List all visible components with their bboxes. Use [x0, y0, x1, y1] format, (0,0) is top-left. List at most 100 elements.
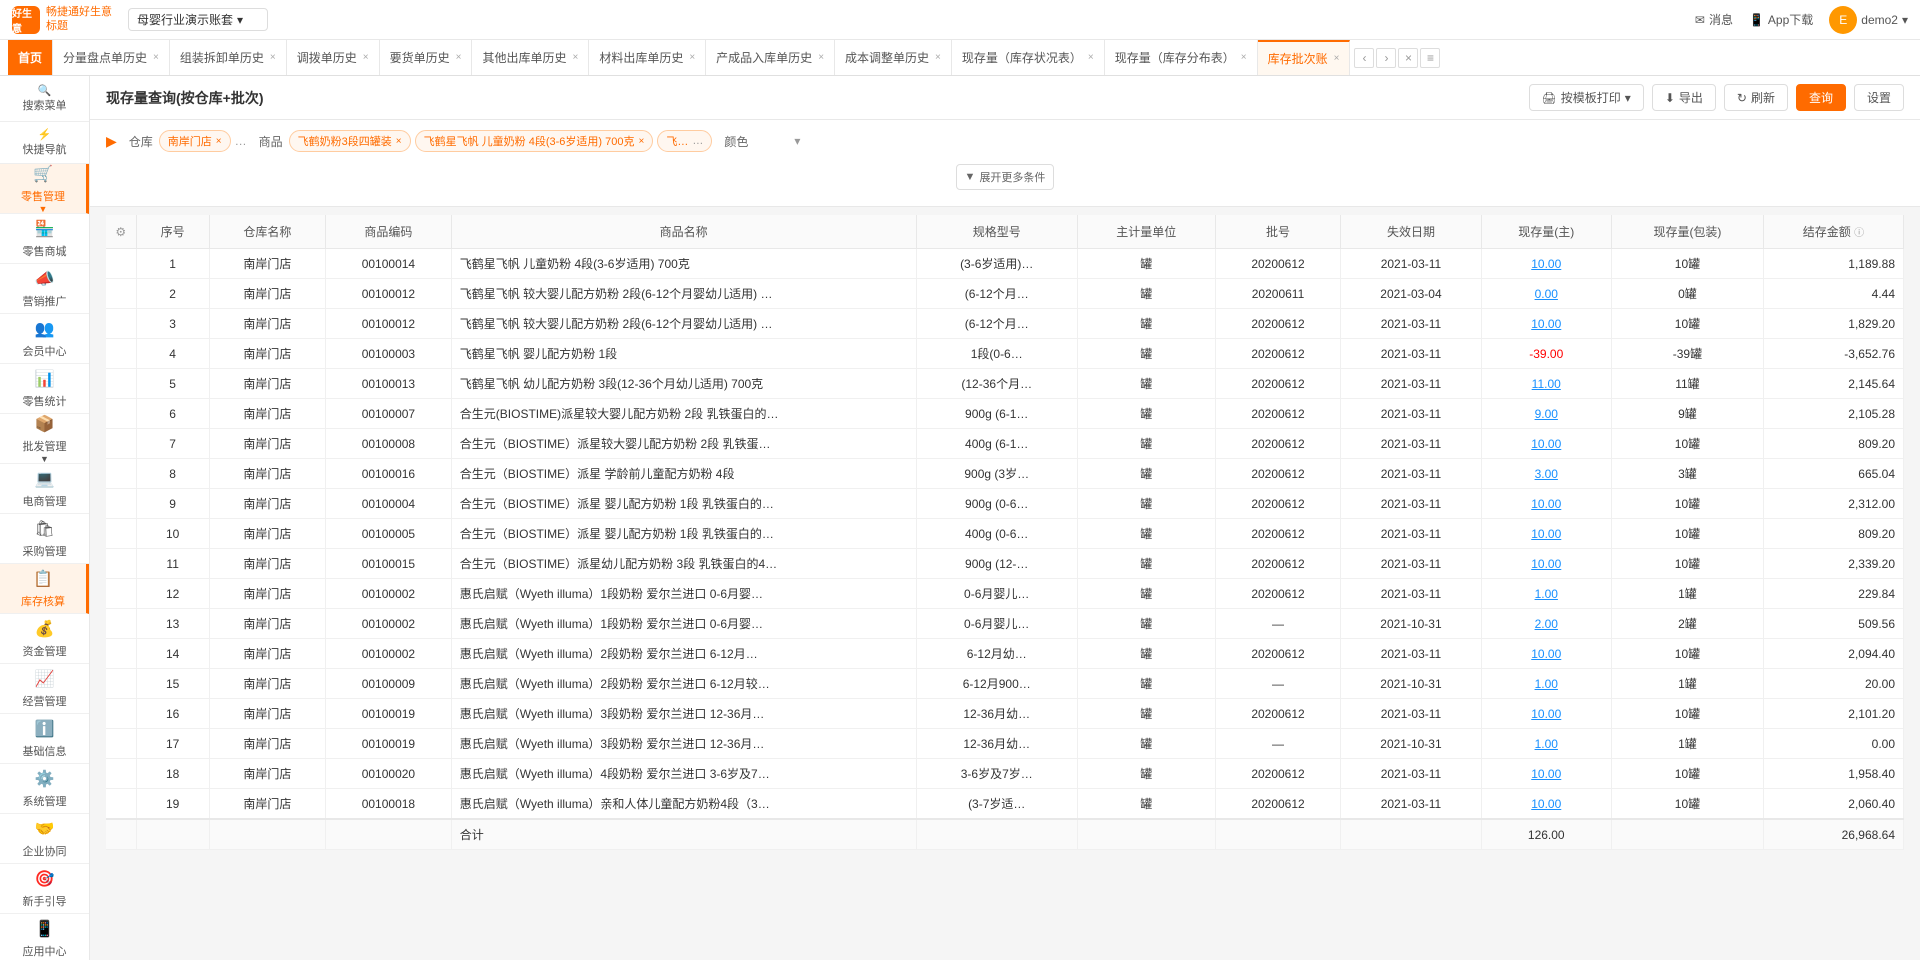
table-row: 15 南岸门店 00100009 惠氏启赋（Wyeth illuma）2段奶粉 … — [106, 669, 1904, 699]
cell-qty-main[interactable]: 1.00 — [1481, 669, 1611, 699]
table-row: 8 南岸门店 00100016 合生元（BIOSTIME）派星 学龄前儿童配方奶… — [106, 459, 1904, 489]
th-settings[interactable]: ⚙ — [106, 215, 136, 249]
member-icon: 👥 — [35, 319, 55, 339]
cell-qty-main[interactable]: 1.00 — [1481, 729, 1611, 759]
app-download-button[interactable]: 📱 App下载 — [1749, 11, 1813, 28]
cell-qty-main[interactable]: 10.00 — [1481, 249, 1611, 279]
export-button[interactable]: ⬇ 导出 — [1652, 84, 1716, 111]
cell-qty-main[interactable]: 2.00 — [1481, 609, 1611, 639]
sidebar-item-quick-nav[interactable]: ⚡ 快捷导航 — [0, 122, 89, 164]
sidebar-item-system[interactable]: ⚙️ 系统管理 — [0, 764, 89, 814]
tab-order-history[interactable]: 要货单历史 × — [380, 40, 473, 76]
sidebar-item-member[interactable]: 👥 会员中心 — [0, 314, 89, 364]
sidebar-item-finance[interactable]: 💰 资金管理 — [0, 614, 89, 664]
tab-distribution-history[interactable]: 分量盘点单历史 × — [53, 40, 170, 76]
cell-qty-main[interactable]: 10.00 — [1481, 549, 1611, 579]
tag-close-icon[interactable]: × — [639, 136, 645, 147]
cell-code: 00100002 — [326, 639, 452, 669]
cell-index: 12 — [136, 579, 209, 609]
query-button[interactable]: 查询 — [1796, 84, 1846, 111]
refresh-button[interactable]: ↻ 刷新 — [1724, 84, 1788, 111]
tab-inventory-dist[interactable]: 现存量（库存分布表）× — [1105, 40, 1258, 76]
th-index: 序号 — [136, 215, 209, 249]
sidebar-item-marketing[interactable]: 📣 营销推广 — [0, 264, 89, 314]
message-button[interactable]: ✉ 消息 — [1695, 11, 1733, 28]
cell-qty-main[interactable]: 10.00 — [1481, 309, 1611, 339]
sidebar-item-guide[interactable]: 🎯 新手引导 — [0, 864, 89, 914]
tab-close-icon[interactable]: × — [270, 52, 276, 63]
sidebar-item-purchase[interactable]: 🛍 采购管理 — [0, 514, 89, 564]
tab-close-icon[interactable]: × — [935, 52, 941, 63]
cell-qty-pkg: 1罐 — [1611, 669, 1763, 699]
cell-qty-main[interactable]: 1.00 — [1481, 579, 1611, 609]
user-menu[interactable]: E demo2 ▾ — [1829, 6, 1908, 34]
cell-qty-main[interactable]: 10.00 — [1481, 639, 1611, 669]
cell-qty-main[interactable]: 10.00 — [1481, 789, 1611, 820]
cell-qty-main[interactable]: 10.00 — [1481, 759, 1611, 789]
nav-prev-arrow[interactable]: ‹ — [1354, 48, 1374, 68]
sidebar-item-search[interactable]: 🔍 搜索菜单 — [0, 76, 89, 122]
nav-next-arrow[interactable]: › — [1376, 48, 1396, 68]
tag-close-icon[interactable]: × — [396, 136, 402, 147]
info-icon[interactable]: ⓘ — [1854, 228, 1864, 239]
cell-qty-main[interactable]: 11.00 — [1481, 369, 1611, 399]
cell-qty-main[interactable]: 9.00 — [1481, 399, 1611, 429]
sidebar-item-basic[interactable]: ℹ️ 基础信息 — [0, 714, 89, 764]
cell-qty-main[interactable]: 10.00 — [1481, 519, 1611, 549]
settings-button[interactable]: 设置 — [1854, 84, 1904, 111]
goods-tag-more[interactable]: 飞… … — [657, 130, 712, 152]
tab-close-icon[interactable]: × — [572, 52, 578, 63]
cell-warehouse: 南岸门店 — [209, 789, 325, 820]
sidebar-item-apps[interactable]: 📱 应用中心 — [0, 914, 89, 960]
tab-material-outbound[interactable]: 材料出库单历史 × — [589, 40, 706, 76]
sidebar-item-enterprise[interactable]: 🤝 企业协同 — [0, 814, 89, 864]
sidebar-item-retail[interactable]: 🛒 零售管理 ▼ — [0, 164, 89, 214]
tab-assembly-history[interactable]: 组装拆卸单历史 × — [170, 40, 287, 76]
cell-code: 00100013 — [326, 369, 452, 399]
tab-close-icon[interactable]: × — [1334, 53, 1340, 64]
tab-outbound-history[interactable]: 其他出库单历史 × — [472, 40, 589, 76]
table-settings-icon[interactable]: ⚙ — [115, 225, 126, 239]
nav-menu-icon[interactable]: ≡ — [1420, 48, 1440, 68]
cell-qty-main[interactable]: 0.00 — [1481, 279, 1611, 309]
tab-close-icon[interactable]: × — [689, 52, 695, 63]
cell-qty-main[interactable]: 10.00 — [1481, 429, 1611, 459]
sidebar-item-inventory[interactable]: 📋 库存核算 — [0, 564, 89, 614]
sidebar-item-retail-stat[interactable]: 📊 零售统计 — [0, 364, 89, 414]
tab-close-icon[interactable]: × — [153, 52, 159, 63]
tab-cost-adjustment[interactable]: 成本调整单历史 × — [835, 40, 952, 76]
tab-inventory-status[interactable]: 现存量（库存状况表）× — [952, 40, 1105, 76]
expand-more-button[interactable]: ▼ 展开更多条件 — [956, 164, 1055, 190]
sidebar-item-retail-shop[interactable]: 🏪 零售商城 — [0, 214, 89, 264]
sidebar-item-wholesale[interactable]: 📦 批发管理 ▼ — [0, 414, 89, 464]
tab-home[interactable]: 首页 — [8, 40, 53, 76]
sidebar-item-business[interactable]: 📈 经营管理 — [0, 664, 89, 714]
tab-close-icon[interactable]: × — [363, 52, 369, 63]
cell-qty-main[interactable]: -39.00 — [1481, 339, 1611, 369]
print-button[interactable]: 🖨 按模板打印 ▾ — [1529, 84, 1644, 111]
tag-close-icon[interactable]: × — [216, 136, 222, 147]
warehouse-more[interactable]: … — [235, 134, 247, 148]
nav-close-icon[interactable]: × — [1398, 48, 1418, 68]
tab-close-icon[interactable]: × — [456, 52, 462, 63]
cell-qty-pkg: 2罐 — [1611, 609, 1763, 639]
collapse-arrow[interactable]: ▶ — [106, 133, 117, 150]
cell-qty-main[interactable]: 10.00 — [1481, 699, 1611, 729]
cell-qty-pkg: -39罐 — [1611, 339, 1763, 369]
goods-tag-1[interactable]: 飞鹤奶粉3段四罐装 × — [289, 130, 411, 152]
cell-qty-main[interactable]: 10.00 — [1481, 489, 1611, 519]
color-dropdown-icon[interactable]: ▾ — [794, 134, 800, 148]
warehouse-tag[interactable]: 南岸门店 × — [159, 130, 231, 152]
goods-tag-2[interactable]: 飞鹤星飞帆 儿童奶粉 4段(3-6岁适用) 700克 × — [415, 130, 654, 152]
cell-expire: 2021-03-11 — [1341, 309, 1481, 339]
tab-batch-account[interactable]: 库存批次账 × — [1258, 40, 1351, 76]
tab-transfer-history[interactable]: 调拨单历史 × — [287, 40, 380, 76]
cell-name: 惠氏启赋（Wyeth illuma）2段奶粉 爱尔兰进口 6-12月较… — [451, 669, 916, 699]
cell-qty-main[interactable]: 3.00 — [1481, 459, 1611, 489]
tab-close-icon[interactable]: × — [1088, 52, 1094, 63]
tab-finished-inbound[interactable]: 产成品入库单历史 × — [706, 40, 835, 76]
tab-close-icon[interactable]: × — [1241, 52, 1247, 63]
tenant-select[interactable]: 母婴行业演示账套 ▾ — [128, 8, 268, 31]
tab-close-icon[interactable]: × — [818, 52, 824, 63]
sidebar-item-ecommerce[interactable]: 💻 电商管理 — [0, 464, 89, 514]
